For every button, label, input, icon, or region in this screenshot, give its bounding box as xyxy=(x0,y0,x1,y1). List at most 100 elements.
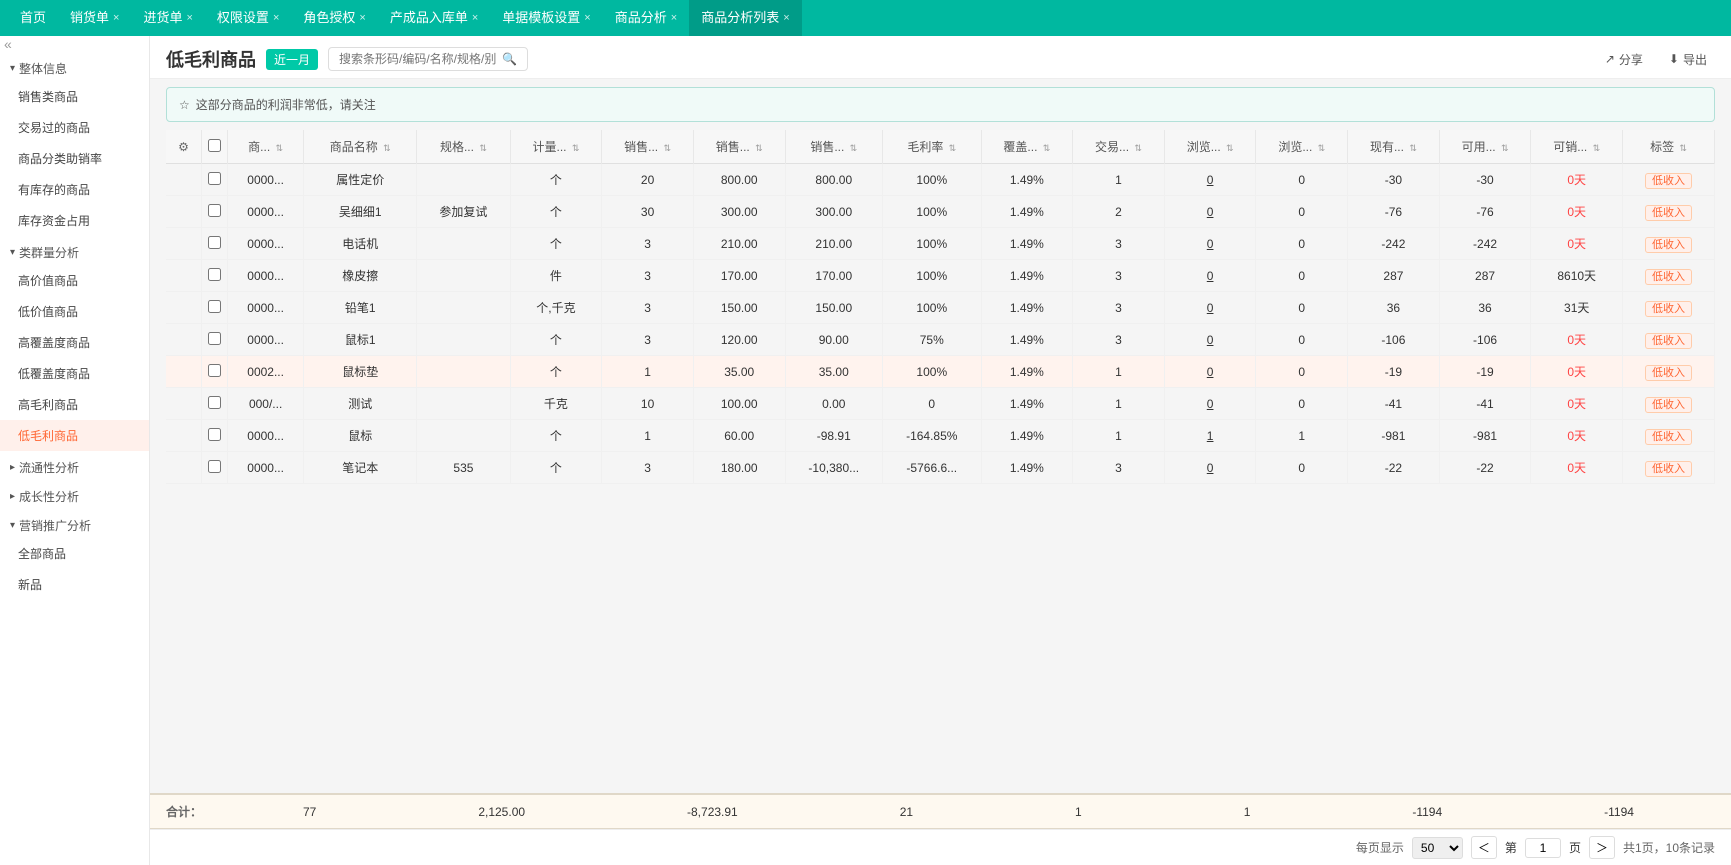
sidebar-collapse-btn[interactable]: « xyxy=(0,36,149,52)
date-filter-badge[interactable]: 近一月 xyxy=(266,49,318,70)
nav-close-icon[interactable]: × xyxy=(273,0,279,36)
sidebar-item-high-margin[interactable]: 高毛利商品 xyxy=(0,389,149,420)
row-checkbox[interactable] xyxy=(208,204,221,217)
row-browse1[interactable]: 0 xyxy=(1164,196,1256,228)
sidebar-item-low-value[interactable]: 低价值商品 xyxy=(0,296,149,327)
nav-role-auth[interactable]: 角色授权 × xyxy=(291,0,377,36)
sidebar-item-high-value[interactable]: 高价值商品 xyxy=(0,265,149,296)
nav-close-icon[interactable]: × xyxy=(584,0,590,36)
nav-purchase-order[interactable]: 进货单 × xyxy=(131,0,204,36)
sidebar-item-stock-capital[interactable]: 库存资金占用 xyxy=(0,205,149,236)
sidebar-group-marketing[interactable]: ▾ 营销推广分析 xyxy=(0,509,149,538)
export-button[interactable]: ⬇ 导出 xyxy=(1661,47,1715,72)
row-browse1[interactable]: 0 xyxy=(1164,228,1256,260)
row-checkbox[interactable] xyxy=(208,460,221,473)
col-gross-margin[interactable]: 毛利率 ⇅ xyxy=(883,130,982,164)
sidebar-group-overall[interactable]: ▾ 整体信息 xyxy=(0,52,149,81)
row-checkbox[interactable] xyxy=(208,364,221,377)
col-browse2[interactable]: 浏览... ⇅ xyxy=(1256,130,1348,164)
browse1-link[interactable]: 0 xyxy=(1207,397,1214,411)
nav-product-inbound[interactable]: 产成品入库单 × xyxy=(378,0,490,36)
nav-close-icon[interactable]: × xyxy=(359,0,365,36)
nav-close-icon[interactable]: × xyxy=(472,0,478,36)
per-page-select[interactable]: 50 100 200 xyxy=(1412,837,1463,859)
row-browse1[interactable]: 0 xyxy=(1164,292,1256,324)
row-browse1[interactable]: 0 xyxy=(1164,324,1256,356)
sidebar-item-high-coverage[interactable]: 高覆盖度商品 xyxy=(0,327,149,358)
col-code[interactable]: 商... ⇅ xyxy=(228,130,304,164)
col-available[interactable]: 可用... ⇅ xyxy=(1439,130,1531,164)
browse1-link[interactable]: 0 xyxy=(1207,205,1214,219)
row-checkbox[interactable] xyxy=(208,268,221,281)
row-browse1[interactable]: 1 xyxy=(1164,420,1256,452)
total-sales-amount: -8,723.91 xyxy=(687,805,738,819)
sidebar-group-cluster[interactable]: ▾ 类群量分析 xyxy=(0,236,149,265)
row-gross-margin: 100% xyxy=(883,260,982,292)
browse1-link[interactable]: 0 xyxy=(1207,237,1214,251)
browse1-link[interactable]: 0 xyxy=(1207,461,1214,475)
browse1-link[interactable]: 0 xyxy=(1207,173,1214,187)
nav-permission-settings[interactable]: 权限设置 × xyxy=(205,0,291,36)
nav-close-icon[interactable]: × xyxy=(186,0,192,36)
col-name[interactable]: 商品名称 ⇅ xyxy=(304,130,417,164)
browse1-link[interactable]: 0 xyxy=(1207,333,1214,347)
browse1-link[interactable]: 0 xyxy=(1207,269,1214,283)
col-sales-price[interactable]: 销售... ⇅ xyxy=(693,130,785,164)
row-checkbox[interactable] xyxy=(208,172,221,185)
col-current-stock[interactable]: 现有... ⇅ xyxy=(1348,130,1440,164)
col-tag[interactable]: 标签 ⇅ xyxy=(1623,130,1715,164)
nav-template-settings[interactable]: 单据模板设置 × xyxy=(490,0,602,36)
search-input[interactable] xyxy=(339,52,496,66)
row-checkbox[interactable] xyxy=(208,428,221,441)
row-browse1[interactable]: 0 xyxy=(1164,164,1256,196)
browse1-link[interactable]: 1 xyxy=(1207,429,1214,443)
settings-icon[interactable]: ⚙ xyxy=(178,140,189,154)
nav-product-analysis-list[interactable]: 商品分析列表 × xyxy=(689,0,801,36)
select-all-checkbox[interactable] xyxy=(208,139,221,152)
col-transaction[interactable]: 交易... ⇅ xyxy=(1073,130,1165,164)
row-name: 笔记本 xyxy=(304,452,417,484)
row-browse1[interactable]: 0 xyxy=(1164,388,1256,420)
browse1-link[interactable]: 0 xyxy=(1207,365,1214,379)
next-page-btn[interactable]: ＞ xyxy=(1589,836,1615,859)
tag-badge: 低收入 xyxy=(1645,269,1692,285)
sidebar-item-low-coverage[interactable]: 低覆盖度商品 xyxy=(0,358,149,389)
sidebar-item-traded-goods[interactable]: 交易过的商品 xyxy=(0,112,149,143)
nav-home[interactable]: 首页 xyxy=(8,0,58,36)
search-icon[interactable]: 🔍 xyxy=(502,52,517,66)
col-sales-amount[interactable]: 销售... ⇅ xyxy=(785,130,882,164)
row-browse1[interactable]: 0 xyxy=(1164,452,1256,484)
col-saleable[interactable]: 可销... ⇅ xyxy=(1531,130,1623,164)
row-checkbox[interactable] xyxy=(208,300,221,313)
sidebar-group-growth[interactable]: ▸ 成长性分析 xyxy=(0,480,149,509)
col-unit[interactable]: 计量... ⇅ xyxy=(510,130,602,164)
nav-close-icon[interactable]: × xyxy=(113,0,119,36)
sidebar-item-all-goods[interactable]: 全部商品 xyxy=(0,538,149,569)
sidebar-item-category-rate[interactable]: 商品分类助销率 xyxy=(0,143,149,174)
row-checkbox[interactable] xyxy=(208,396,221,409)
row-browse1[interactable]: 0 xyxy=(1164,260,1256,292)
prev-page-btn[interactable]: ＜ xyxy=(1471,836,1497,859)
browse1-link[interactable]: 0 xyxy=(1207,301,1214,315)
col-settings[interactable]: ⚙ xyxy=(166,130,202,164)
sidebar-group-flow[interactable]: ▸ 流通性分析 xyxy=(0,451,149,480)
row-gross-margin: 75% xyxy=(883,324,982,356)
nav-sales-order[interactable]: 销货单 × xyxy=(58,0,131,36)
row-sales-price: 170.00 xyxy=(693,260,785,292)
page-number-input[interactable] xyxy=(1525,838,1561,858)
row-checkbox[interactable] xyxy=(208,332,221,345)
row-checkbox[interactable] xyxy=(208,236,221,249)
share-button[interactable]: ↗ 分享 xyxy=(1597,47,1651,72)
nav-product-analysis[interactable]: 商品分析 × xyxy=(603,0,689,36)
sidebar-item-low-margin[interactable]: 低毛利商品 xyxy=(0,420,149,451)
col-spec[interactable]: 规格... ⇅ xyxy=(417,130,510,164)
sidebar-item-sales-goods[interactable]: 销售类商品 xyxy=(0,81,149,112)
row-browse1[interactable]: 0 xyxy=(1164,356,1256,388)
nav-close-icon[interactable]: × xyxy=(783,0,789,36)
sidebar-item-new-goods[interactable]: 新品 xyxy=(0,569,149,600)
col-coverage[interactable]: 覆盖... ⇅ xyxy=(981,130,1073,164)
col-sales-qty[interactable]: 销售... ⇅ xyxy=(602,130,694,164)
sidebar-item-in-stock-goods[interactable]: 有库存的商品 xyxy=(0,174,149,205)
col-browse1[interactable]: 浏览... ⇅ xyxy=(1164,130,1256,164)
nav-close-icon[interactable]: × xyxy=(671,0,677,36)
